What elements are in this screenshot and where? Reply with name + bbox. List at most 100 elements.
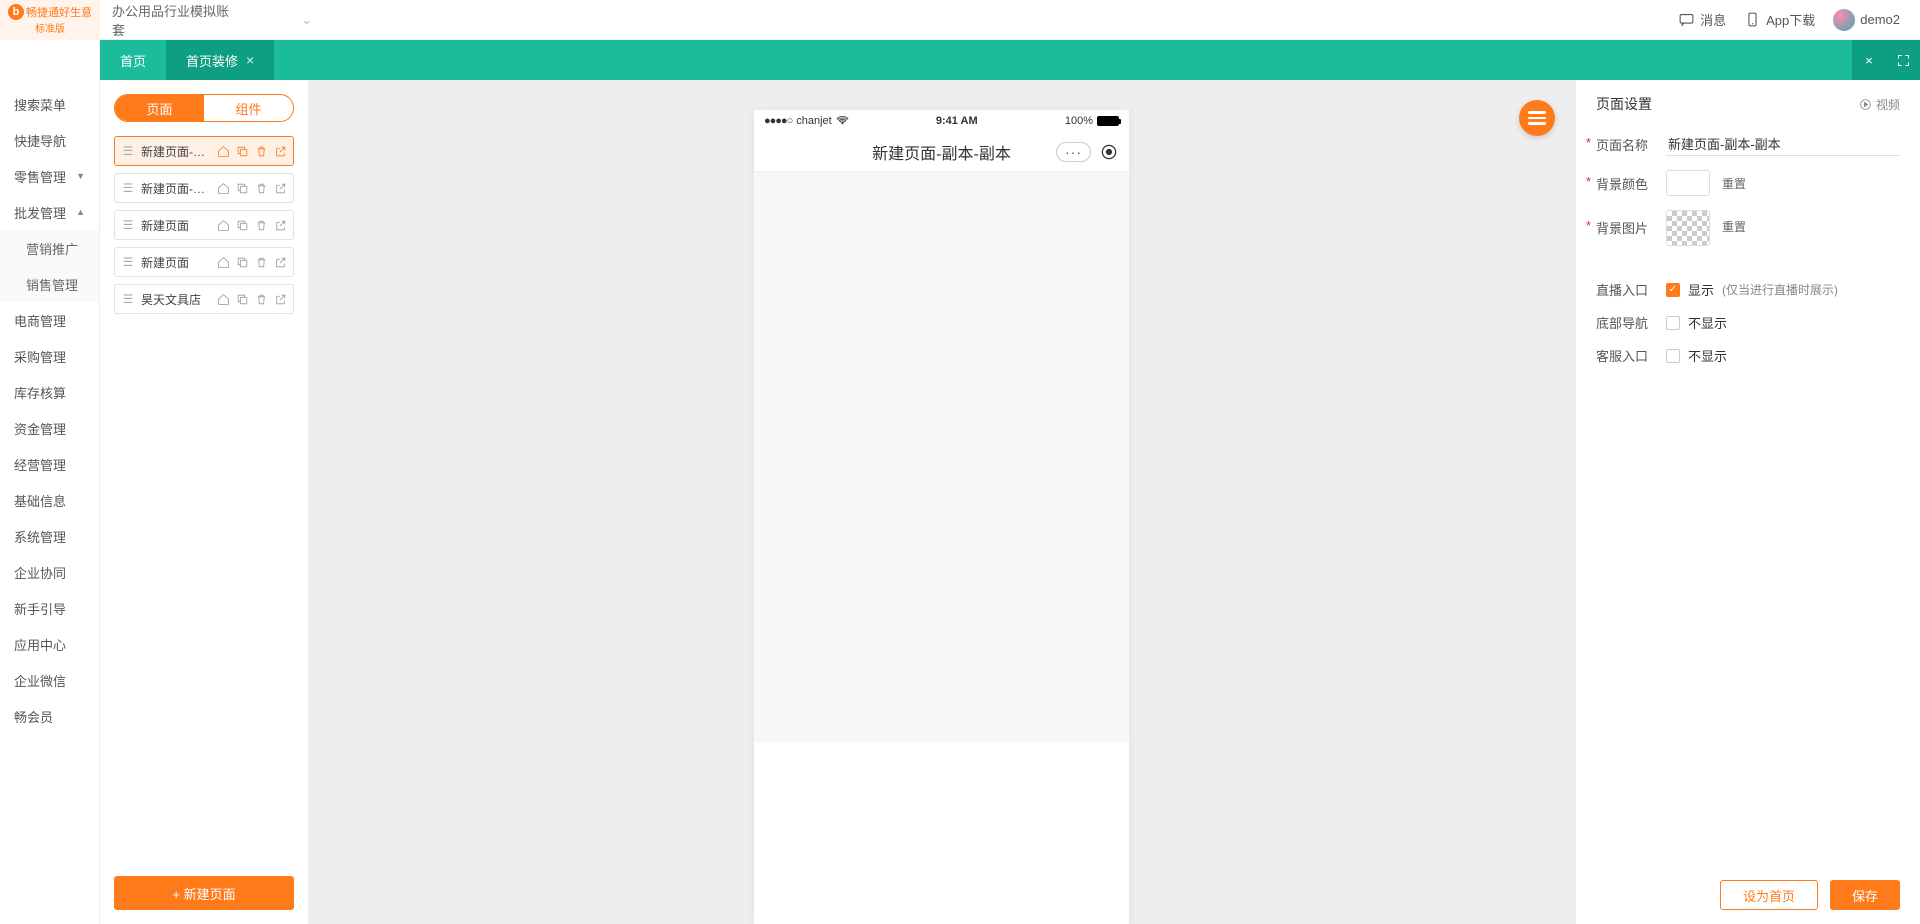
phone-status-bar: ●●●●○ chanjet 9:41 AM 100% bbox=[754, 110, 1129, 132]
page-row[interactable]: ☰ 新建页面-副本-... bbox=[114, 136, 294, 166]
live-show-text: 显示 bbox=[1688, 280, 1714, 299]
user-menu[interactable]: demo2 bbox=[1833, 9, 1900, 31]
tab-close-all[interactable]: × bbox=[1852, 40, 1886, 80]
sidebar-item[interactable]: 库存核算 bbox=[0, 374, 99, 410]
page-list-panel: 页面 组件 ☰ 新建页面-副本-... ☰ 新建页面-副本 ☰ 新建页面 bbox=[100, 80, 308, 924]
sidebar-item[interactable]: 营销推广 bbox=[0, 230, 99, 266]
page-row-name: 新建页面 bbox=[141, 217, 210, 234]
messages-button[interactable]: 消息 bbox=[1678, 10, 1726, 29]
top-bar: b 畅捷通好生意 标准版 办公用品行业模拟账套 ⌄ 消息 App下载 demo2 bbox=[0, 0, 1920, 40]
page-name-input[interactable] bbox=[1666, 132, 1900, 156]
expand-icon bbox=[1896, 53, 1911, 68]
drag-icon[interactable]: ☰ bbox=[121, 292, 135, 306]
bgimg-reset[interactable]: 重置 bbox=[1722, 210, 1746, 235]
target-icon[interactable] bbox=[1099, 142, 1119, 162]
phone-time: 9:41 AM bbox=[936, 115, 978, 127]
drag-icon[interactable]: ☰ bbox=[121, 144, 135, 158]
sidebar-item[interactable]: 新手引导 bbox=[0, 590, 99, 626]
delete-icon[interactable] bbox=[254, 255, 268, 269]
sidebar-item[interactable]: 资金管理 bbox=[0, 410, 99, 446]
copy-icon[interactable] bbox=[235, 292, 249, 306]
tab-home[interactable]: 首页 bbox=[100, 40, 166, 80]
segment-component[interactable]: 组件 bbox=[204, 95, 293, 121]
miniapp-menu-icon[interactable]: ··· bbox=[1056, 142, 1091, 162]
bgcolor-reset[interactable]: 重置 bbox=[1722, 175, 1746, 192]
sidebar: 搜索菜单快捷导航零售管理▼批发管理▲营销推广销售管理电商管理采购管理库存核算资金… bbox=[0, 80, 100, 924]
sidebar-item[interactable]: 零售管理▼ bbox=[0, 158, 99, 194]
sidebar-item[interactable]: 应用中心 bbox=[0, 626, 99, 662]
drag-icon[interactable]: ☰ bbox=[121, 255, 135, 269]
live-hint: (仅当进行直播时展示) bbox=[1722, 281, 1838, 298]
sidebar-item[interactable]: 畅会员 bbox=[0, 698, 99, 734]
settings-panel: 页面设置 视频 页面名称 背景颜色 重置 背景图片 重置 bbox=[1575, 80, 1920, 924]
home-icon[interactable] bbox=[216, 255, 230, 269]
page-row[interactable]: ☰ 新建页面 bbox=[114, 210, 294, 240]
page-row-name: 新建页面 bbox=[141, 254, 210, 271]
service-checkbox[interactable] bbox=[1666, 349, 1680, 363]
page-row-name: 新建页面-副本-... bbox=[141, 143, 210, 160]
new-page-button[interactable]: + 新建页面 bbox=[114, 876, 294, 910]
save-button[interactable]: 保存 bbox=[1830, 880, 1900, 910]
page-row[interactable]: ☰ 新建页面-副本 bbox=[114, 173, 294, 203]
copy-icon[interactable] bbox=[235, 218, 249, 232]
set-home-button[interactable]: 设为首页 bbox=[1720, 880, 1818, 910]
app-download-button[interactable]: App下载 bbox=[1744, 10, 1815, 29]
account-selector[interactable]: 办公用品行业模拟账套 ⌄ bbox=[112, 1, 312, 39]
share-icon[interactable] bbox=[273, 292, 287, 306]
sidebar-item[interactable]: 快捷导航 bbox=[0, 122, 99, 158]
delete-icon[interactable] bbox=[254, 144, 268, 158]
drag-icon[interactable]: ☰ bbox=[121, 218, 135, 232]
username: demo2 bbox=[1860, 12, 1900, 27]
menu-fab[interactable] bbox=[1519, 100, 1555, 136]
page-row[interactable]: ☰ 昊天文具店 bbox=[114, 284, 294, 314]
battery-icon bbox=[1097, 116, 1119, 126]
service-text: 不显示 bbox=[1688, 346, 1727, 365]
home-icon[interactable] bbox=[216, 218, 230, 232]
service-label: 客服入口 bbox=[1596, 346, 1666, 365]
sidebar-item[interactable]: 经营管理 bbox=[0, 446, 99, 482]
share-icon[interactable] bbox=[273, 218, 287, 232]
wifi-icon bbox=[836, 113, 849, 129]
delete-icon[interactable] bbox=[254, 181, 268, 195]
phone-body[interactable] bbox=[754, 172, 1129, 742]
home-icon[interactable] bbox=[216, 292, 230, 306]
bgimg-swatch[interactable] bbox=[1666, 210, 1710, 246]
bottomnav-checkbox[interactable] bbox=[1666, 316, 1680, 330]
sidebar-item[interactable]: 基础信息 bbox=[0, 482, 99, 518]
tab-fullscreen[interactable] bbox=[1886, 40, 1920, 80]
sidebar-item[interactable]: 企业协同 bbox=[0, 554, 99, 590]
sidebar-item[interactable]: 采购管理 bbox=[0, 338, 99, 374]
share-icon[interactable] bbox=[273, 181, 287, 195]
close-icon[interactable]: × bbox=[246, 52, 254, 68]
tab-design[interactable]: 首页装修 × bbox=[166, 40, 274, 80]
home-icon[interactable] bbox=[216, 181, 230, 195]
share-icon[interactable] bbox=[273, 144, 287, 158]
sidebar-item[interactable]: 搜索菜单 bbox=[0, 86, 99, 122]
delete-icon[interactable] bbox=[254, 292, 268, 306]
tab-home-label: 首页 bbox=[120, 51, 146, 70]
sidebar-item[interactable]: 系统管理 bbox=[0, 518, 99, 554]
video-link[interactable]: 视频 bbox=[1859, 96, 1900, 113]
segment-page[interactable]: 页面 bbox=[115, 95, 204, 121]
copy-icon[interactable] bbox=[235, 144, 249, 158]
home-icon[interactable] bbox=[216, 144, 230, 158]
edition-badge: 标准版 bbox=[35, 20, 65, 35]
logo-icon: b bbox=[8, 4, 24, 20]
share-icon[interactable] bbox=[273, 255, 287, 269]
sidebar-item[interactable]: 企业微信 bbox=[0, 662, 99, 698]
sidebar-item[interactable]: 批发管理▲ bbox=[0, 194, 99, 230]
page-row-name: 新建页面-副本 bbox=[141, 180, 210, 197]
canvas: ●●●●○ chanjet 9:41 AM 100% 新建页面-副本-副本 bbox=[308, 80, 1575, 924]
phone-preview: ●●●●○ chanjet 9:41 AM 100% 新建页面-副本-副本 bbox=[754, 110, 1129, 924]
bgcolor-swatch[interactable] bbox=[1666, 170, 1710, 196]
sidebar-item[interactable]: 销售管理 bbox=[0, 266, 99, 302]
copy-icon[interactable] bbox=[235, 181, 249, 195]
delete-icon[interactable] bbox=[254, 218, 268, 232]
play-icon bbox=[1859, 98, 1872, 111]
copy-icon[interactable] bbox=[235, 255, 249, 269]
bgimg-label: 背景图片 bbox=[1596, 210, 1666, 237]
live-checkbox[interactable]: ✓ bbox=[1666, 283, 1680, 297]
sidebar-item[interactable]: 电商管理 bbox=[0, 302, 99, 338]
drag-icon[interactable]: ☰ bbox=[121, 181, 135, 195]
page-row[interactable]: ☰ 新建页面 bbox=[114, 247, 294, 277]
